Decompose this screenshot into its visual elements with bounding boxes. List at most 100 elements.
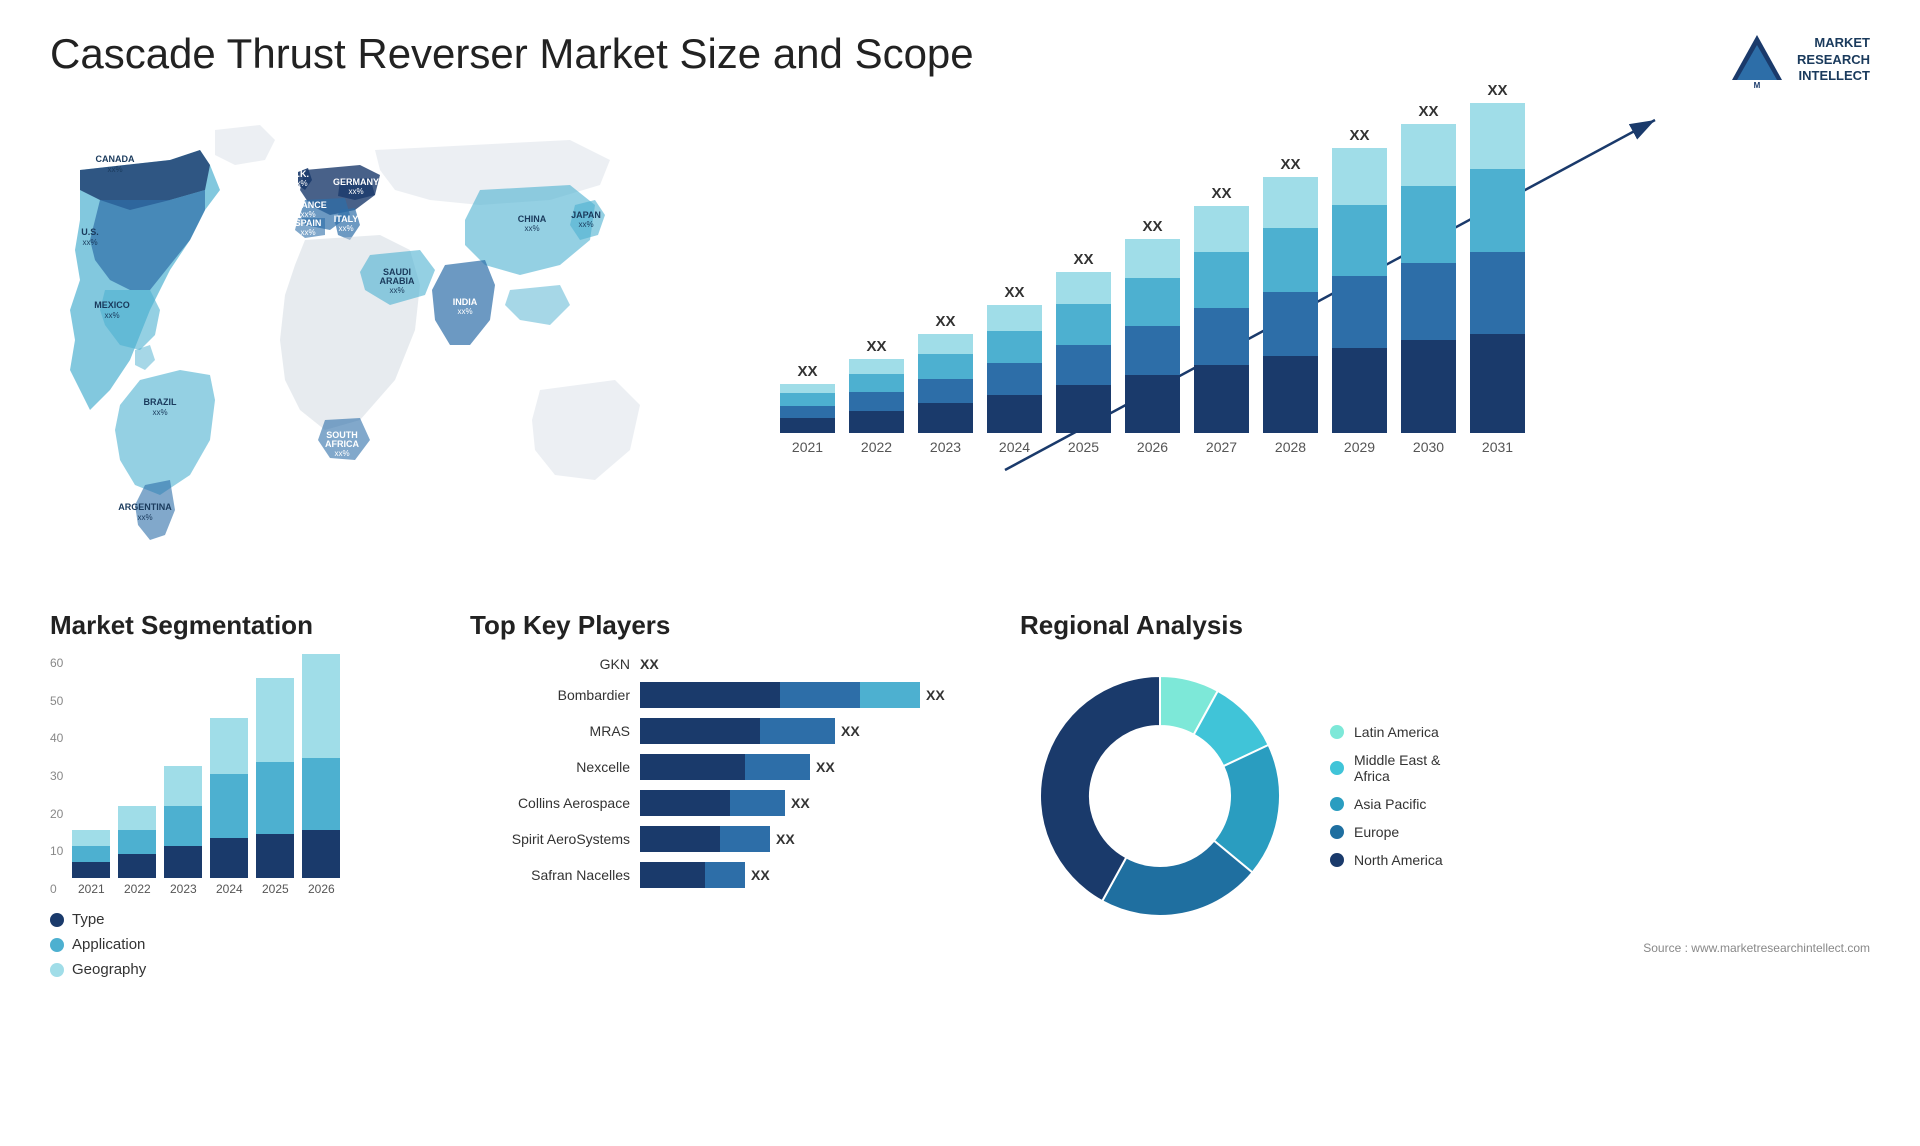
bar-seg-0: [1194, 365, 1249, 433]
player-bar-wrap-3: XX: [640, 754, 835, 780]
segmentation-title: Market Segmentation: [50, 610, 440, 641]
players-title: Top Key Players: [470, 610, 990, 641]
svg-text:M: M: [1754, 81, 1761, 90]
seg-y-40: 40: [50, 731, 63, 745]
player-row-5: Spirit AeroSystemsXX: [470, 826, 990, 852]
seg-seg-1: [302, 758, 340, 830]
player-name-2: MRAS: [470, 723, 630, 739]
seg-seg-2: [210, 718, 248, 774]
regional-label-mea: Middle East &Africa: [1354, 752, 1440, 784]
bar-seg-0: [1470, 334, 1525, 433]
bar-seg-2: [1125, 278, 1180, 326]
bar-seg-0: [1056, 385, 1111, 433]
svg-text:AFRICA: AFRICA: [325, 439, 359, 449]
regional-dot-apac: [1330, 797, 1344, 811]
seg-seg-2: [164, 766, 202, 806]
seg-y-60: 60: [50, 656, 63, 670]
svg-text:xx%: xx%: [524, 224, 539, 233]
bar-seg-1: [918, 379, 973, 404]
bar-top-label-2026: XX: [1142, 218, 1162, 235]
seg-stack-2026: [302, 654, 340, 878]
bar-stack-2027: [1194, 206, 1249, 433]
seg-year-2023: 2023: [170, 882, 197, 896]
bar-seg-1: [1470, 252, 1525, 335]
bar-seg-3: [987, 305, 1042, 331]
bar-seg-1: [1332, 276, 1387, 347]
bar-seg-0: [1332, 348, 1387, 433]
player-row-2: MRAS XX: [470, 718, 990, 744]
legend-type-label: Type: [72, 911, 105, 928]
player-bar-wrap-2: XX: [640, 718, 860, 744]
seg-year-2024: 2024: [216, 882, 243, 896]
bar-seg-1: [1401, 263, 1456, 340]
seg-stack-2025: [256, 678, 294, 878]
player-bar-wrap-4: XX: [640, 790, 810, 816]
regional-legend: Latin America Middle East &Africa Asia P…: [1330, 724, 1443, 868]
seg-seg-0: [118, 854, 156, 878]
top-section: CANADA xx% U.S. xx% MEXICO xx% BRAZIL xx…: [50, 110, 1870, 590]
seg-y-30: 30: [50, 769, 63, 783]
logo-icon: M: [1727, 30, 1787, 90]
segmentation-container: Market Segmentation 0 10 20 30 40 50 60 …: [50, 610, 440, 1050]
bar-stack-2029: [1332, 148, 1387, 433]
player-xx-5: XX: [776, 831, 795, 847]
svg-text:JAPAN: JAPAN: [571, 210, 601, 220]
bar-seg-2: [1332, 205, 1387, 276]
svg-text:xx%: xx%: [457, 307, 472, 316]
legend-application: Application: [50, 936, 440, 953]
svg-text:U.K.: U.K.: [291, 169, 309, 179]
seg-seg-1: [210, 774, 248, 838]
bar-seg-1: [1263, 292, 1318, 356]
svg-text:xx%: xx%: [348, 187, 363, 196]
bar-seg-3: [1401, 124, 1456, 186]
player-name-3: Nexcelle: [470, 759, 630, 775]
bar-seg-0: [780, 418, 835, 433]
donut-chart-svg: [1020, 656, 1300, 936]
bar-year-2021: 2021: [792, 439, 823, 455]
seg-stack-2022: [118, 806, 156, 878]
seg-seg-0: [164, 846, 202, 878]
world-map-svg: CANADA xx% U.S. xx% MEXICO xx% BRAZIL xx…: [50, 110, 730, 570]
bar-group-2023: XX2023: [918, 313, 973, 455]
bar-seg-2: [987, 331, 1042, 363]
seg-year-2025: 2025: [262, 882, 289, 896]
svg-text:xx%: xx%: [137, 513, 152, 522]
seg-stack-2024: [210, 718, 248, 878]
player-name-4: Collins Aerospace: [470, 795, 630, 811]
svg-text:ITALY: ITALY: [334, 214, 359, 224]
svg-text:FRANCE: FRANCE: [289, 200, 327, 210]
page-title: Cascade Thrust Reverser Market Size and …: [50, 30, 974, 78]
bar-top-label-2022: XX: [866, 338, 886, 355]
bar-seg-3: [1125, 239, 1180, 278]
player-bar-wrap-5: XX: [640, 826, 795, 852]
seg-seg-2: [72, 830, 110, 846]
seg-seg-0: [72, 862, 110, 878]
regional-legend-mea: Middle East &Africa: [1330, 752, 1443, 784]
players-container: Top Key Players GKNXXBombardierXXMRASXXN…: [470, 610, 990, 1050]
player-bar-6: [640, 862, 745, 888]
player-bar-1: [640, 682, 920, 708]
svg-text:INDIA: INDIA: [453, 297, 478, 307]
bar-group-2021: XX2021: [780, 363, 835, 455]
seg-year-2021: 2021: [78, 882, 105, 896]
bar-group-2027: XX2027: [1194, 185, 1249, 455]
segmentation-legend: Type Application Geography: [50, 911, 440, 978]
svg-text:ARGENTINA: ARGENTINA: [118, 502, 172, 512]
seg-year-2026: 2026: [308, 882, 335, 896]
bar-chart: XX2021XX2022XX2023XX2024XX2025XX2026XX20…: [780, 110, 1870, 590]
bar-chart-bars: XX2021XX2022XX2023XX2024XX2025XX2026XX20…: [780, 110, 1870, 490]
players-list: GKNXXBombardierXXMRASXXNexcelleXXCollins…: [470, 656, 990, 888]
bar-group-2024: XX2024: [987, 284, 1042, 455]
bar-stack-2028: [1263, 177, 1318, 433]
svg-text:xx%: xx%: [107, 165, 122, 174]
seg-seg-1: [72, 846, 110, 862]
svg-text:xx%: xx%: [104, 311, 119, 320]
seg-stack-2023: [164, 766, 202, 878]
bar-stack-2024: [987, 305, 1042, 433]
bar-year-2027: 2027: [1206, 439, 1237, 455]
svg-text:xx%: xx%: [578, 220, 593, 229]
player-bar-wrap-6: XX: [640, 862, 770, 888]
legend-type: Type: [50, 911, 440, 928]
bar-seg-2: [1470, 169, 1525, 252]
bar-seg-2: [1401, 186, 1456, 263]
